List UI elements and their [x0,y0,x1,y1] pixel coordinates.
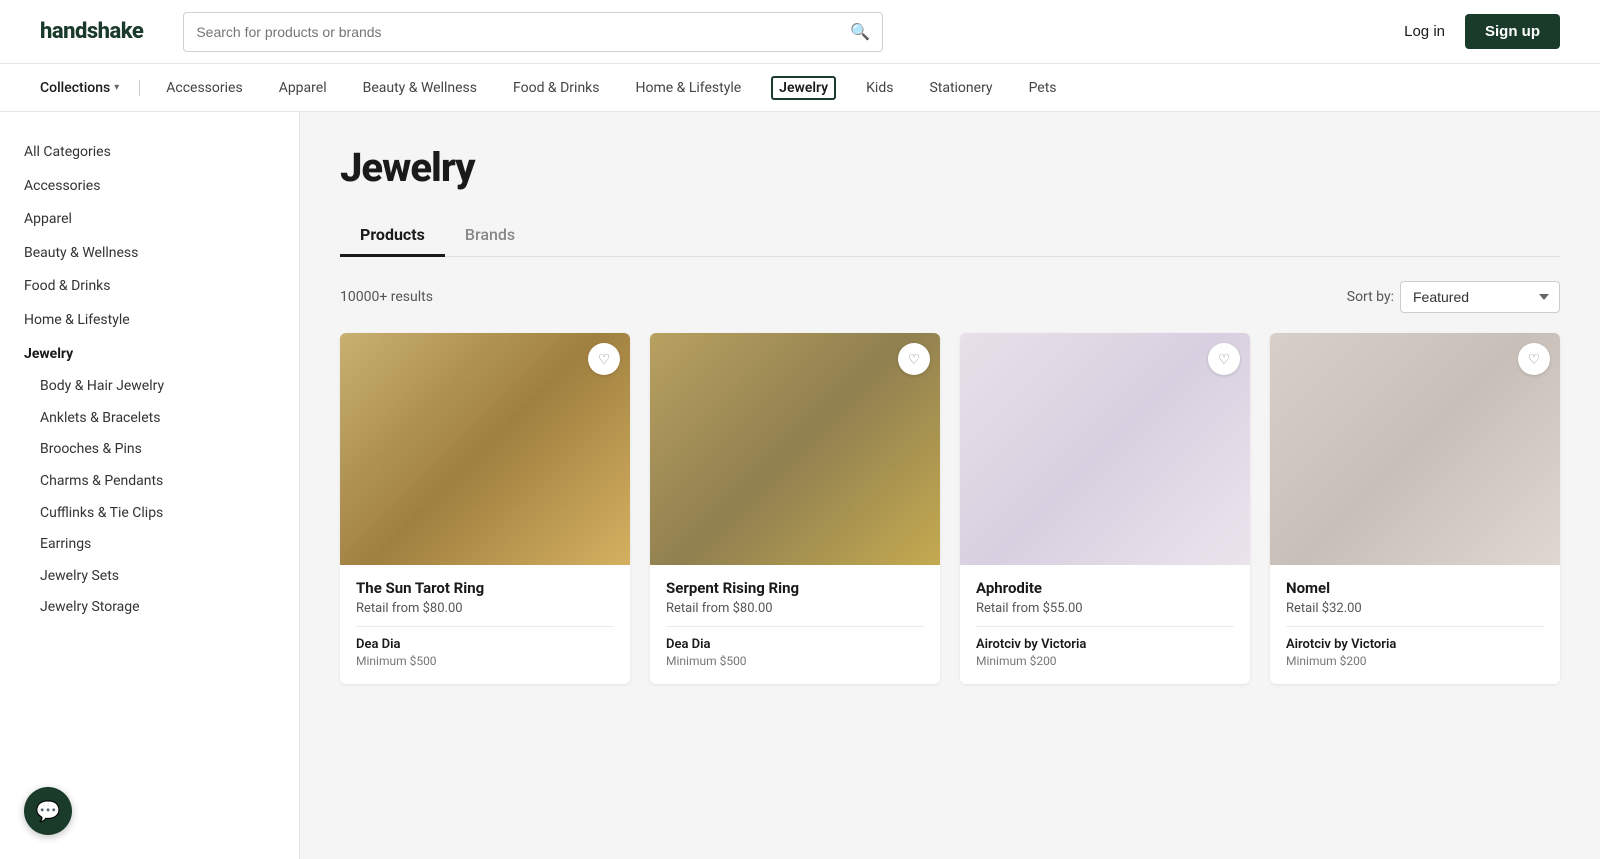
product-brand: Dea Dia [356,637,614,652]
product-minimum: Minimum $200 [1286,654,1544,668]
sort-label: Sort by: [1347,289,1394,305]
header-actions: Log in Sign up [1404,14,1560,49]
product-minimum: Minimum $500 [666,654,924,668]
product-brand: Dea Dia [666,637,924,652]
nav-item-kids[interactable]: Kids [860,76,899,100]
nav-item-pets[interactable]: Pets [1023,76,1063,100]
nav-item-food---drinks[interactable]: Food & Drinks [507,76,606,100]
sidebar: All CategoriesAccessoriesApparelBeauty &… [0,112,300,859]
nav-items: Accessories Apparel Beauty & Wellness Food … [160,76,1062,100]
sidebar-subitem-anklets---bracelets[interactable]: Anklets & Bracelets [0,403,299,435]
nav-item-accessories[interactable]: Accessories [160,76,248,100]
product-image: ♡ [340,333,630,565]
search-bar: 🔍 [183,12,883,52]
product-card[interactable]: ♡ Serpent Rising Ring Retail from $80.00… [650,333,940,684]
product-brand: Airotciv by Victoria [976,637,1234,652]
tabs: ProductsBrands [340,215,1560,257]
sort-wrapper: Sort by: Featured Newest Price: Low to H… [1347,281,1560,313]
product-minimum: Minimum $200 [976,654,1234,668]
tab-products[interactable]: Products [340,215,445,257]
nav-item-beauty---wellness[interactable]: Beauty & Wellness [357,76,483,100]
nav-item-stationery[interactable]: Stationery [923,76,998,100]
product-image: ♡ [1270,333,1560,565]
sidebar-subitem-earrings[interactable]: Earrings [0,529,299,561]
nav-item-home---lifestyle[interactable]: Home & Lifestyle [630,76,748,100]
wishlist-button[interactable]: ♡ [588,343,620,375]
product-retail: Retail from $55.00 [976,601,1234,616]
sidebar-subitem-brooches---pins[interactable]: Brooches & Pins [0,434,299,466]
sidebar-subitem-charms---pendants[interactable]: Charms & Pendants [0,466,299,498]
product-card[interactable]: ♡ Aphrodite Retail from $55.00 Airotciv … [960,333,1250,684]
sidebar-item-accessories[interactable]: Accessories [0,170,299,204]
product-name: The Sun Tarot Ring [356,579,614,597]
nav-item-apparel[interactable]: Apparel [273,76,333,100]
main-nav: Collections ▾ Accessories Apparel Beauty &… [0,64,1600,112]
product-brand: Airotciv by Victoria [1286,637,1544,652]
product-divider [1286,626,1544,627]
product-retail: Retail from $80.00 [356,601,614,616]
product-card[interactable]: ♡ Nomel Retail $32.00 Airotciv by Victor… [1270,333,1560,684]
chat-icon: 💬 [36,799,61,823]
tab-brands[interactable]: Brands [445,215,535,257]
product-retail: Retail $32.00 [1286,601,1544,616]
sidebar-subitem-jewelry-storage[interactable]: Jewelry Storage [0,592,299,624]
product-divider [666,626,924,627]
logo[interactable]: handshake [40,19,143,44]
results-count: 10000+ results [340,289,433,305]
wishlist-button[interactable]: ♡ [898,343,930,375]
product-divider [356,626,614,627]
results-bar: 10000+ results Sort by: Featured Newest … [340,281,1560,313]
wishlist-button[interactable]: ♡ [1518,343,1550,375]
collections-label: Collections [40,80,110,96]
product-image: ♡ [650,333,940,565]
product-minimum: Minimum $500 [356,654,614,668]
sort-select[interactable]: Featured Newest Price: Low to High Price… [1400,281,1560,313]
sidebar-item-food---drinks[interactable]: Food & Drinks [0,270,299,304]
product-info: Nomel Retail $32.00 Airotciv by Victoria… [1270,565,1560,684]
product-info: Aphrodite Retail from $55.00 Airotciv by… [960,565,1250,684]
nav-item-jewelry[interactable]: Jewelry [771,76,836,100]
sidebar-subitem-cufflinks---tie-clips[interactable]: Cufflinks & Tie Clips [0,498,299,530]
chat-button[interactable]: 💬 [24,787,72,835]
product-name: Serpent Rising Ring [666,579,924,597]
signup-button[interactable]: Sign up [1465,14,1560,49]
login-button[interactable]: Log in [1404,23,1445,40]
sidebar-item-beauty---wellness[interactable]: Beauty & Wellness [0,237,299,271]
product-name: Aphrodite [976,579,1234,597]
product-grid: ♡ The Sun Tarot Ring Retail from $80.00 … [340,333,1560,684]
page-title: Jewelry [340,144,1560,191]
product-retail: Retail from $80.00 [666,601,924,616]
search-icon: 🔍 [850,22,870,41]
product-info: Serpent Rising Ring Retail from $80.00 D… [650,565,940,684]
nav-collections[interactable]: Collections ▾ [40,80,140,96]
sidebar-item-jewelry[interactable]: Jewelry [0,338,299,372]
sidebar-item-apparel[interactable]: Apparel [0,203,299,237]
sidebar-item-all-categories[interactable]: All Categories [0,136,299,170]
product-divider [976,626,1234,627]
wishlist-button[interactable]: ♡ [1208,343,1240,375]
header: handshake 🔍 Log in Sign up [0,0,1600,64]
product-image: ♡ [960,333,1250,565]
chevron-down-icon: ▾ [114,82,119,93]
product-info: The Sun Tarot Ring Retail from $80.00 De… [340,565,630,684]
main-content: Jewelry ProductsBrands 10000+ results So… [300,112,1600,859]
product-name: Nomel [1286,579,1544,597]
page-body: All CategoriesAccessoriesApparelBeauty &… [0,112,1600,859]
sidebar-subitem-jewelry-sets[interactable]: Jewelry Sets [0,561,299,593]
sidebar-subitem-body---hair-jewelry[interactable]: Body & Hair Jewelry [0,371,299,403]
sidebar-item-home---lifestyle[interactable]: Home & Lifestyle [0,304,299,338]
search-input[interactable] [196,24,850,40]
product-card[interactable]: ♡ The Sun Tarot Ring Retail from $80.00 … [340,333,630,684]
